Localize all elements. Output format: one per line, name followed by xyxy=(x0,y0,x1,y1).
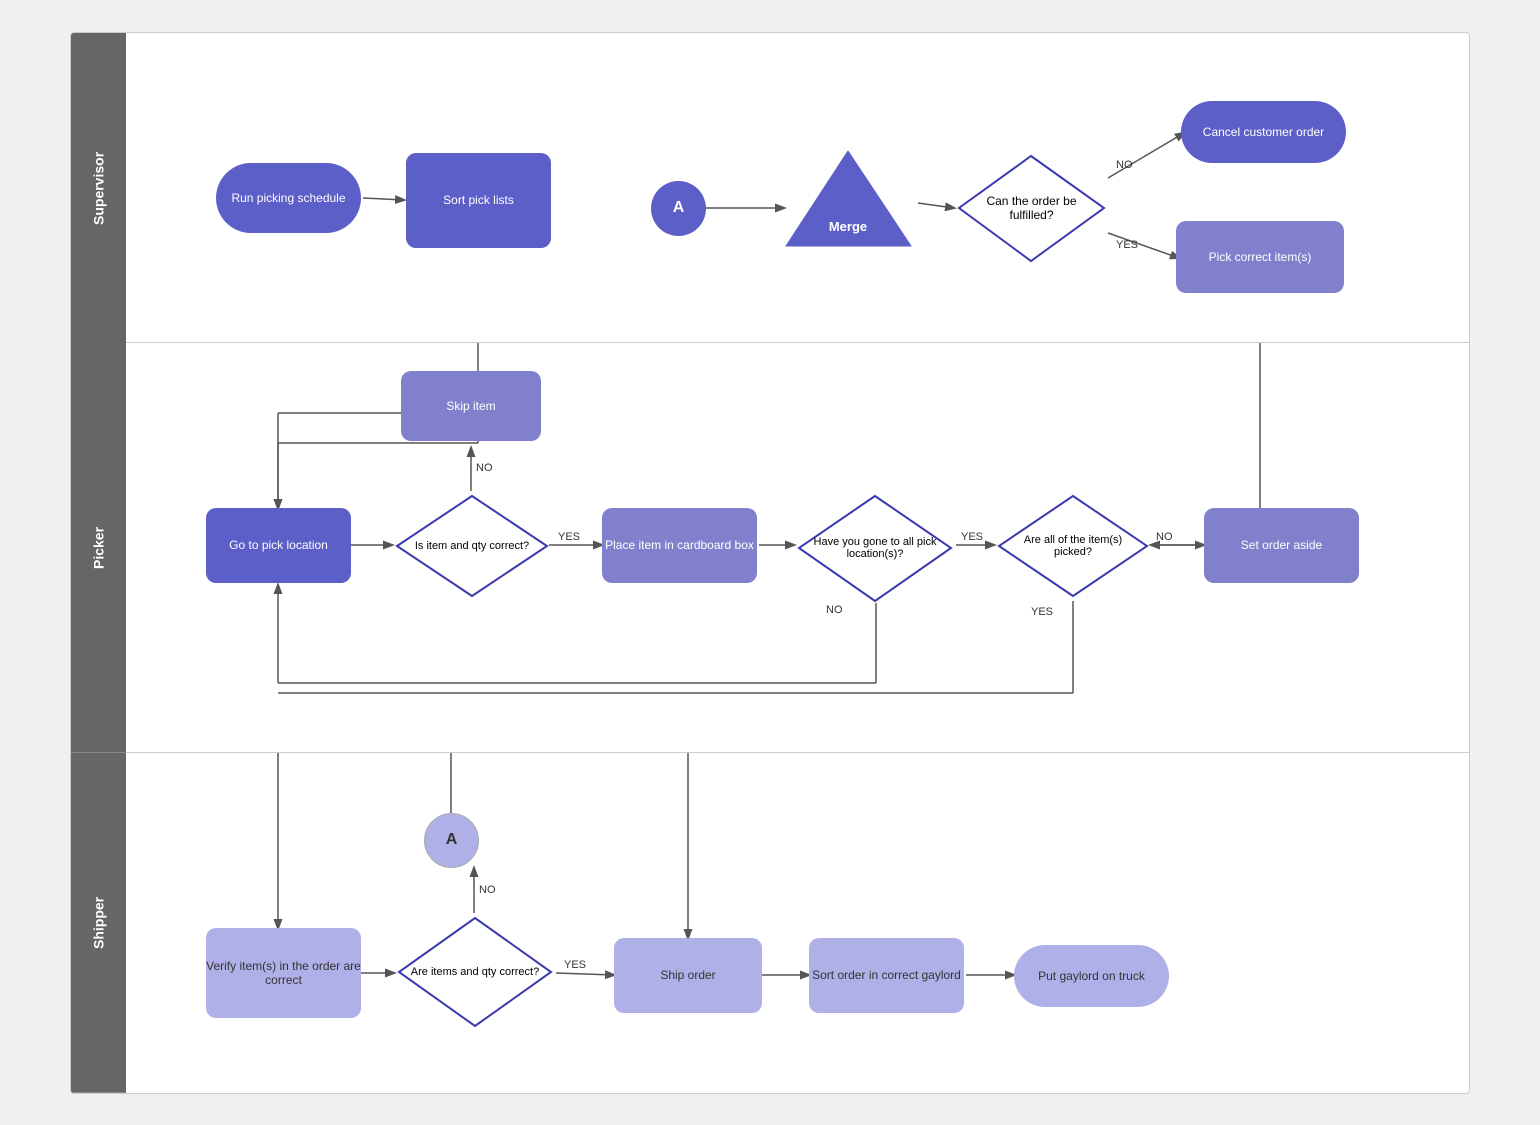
is-item-qty-correct-node: Is item and qty correct? xyxy=(392,491,552,601)
svg-text:YES: YES xyxy=(564,959,586,971)
svg-text:YES: YES xyxy=(961,531,983,543)
swim-lane-labels: Supervisor Picker Shipper xyxy=(71,33,126,1093)
shipper-label: Shipper xyxy=(71,753,126,1093)
sort-gaylord-node: Sort order in correct gaylord xyxy=(809,938,964,1013)
svg-text:NO: NO xyxy=(1156,531,1173,543)
skip-item-node: Skip item xyxy=(401,371,541,441)
put-gaylord-truck-node: Put gaylord on truck xyxy=(1014,945,1169,1007)
ship-order-node: Ship order xyxy=(614,938,762,1013)
cancel-order-node: Cancel customer order xyxy=(1181,101,1346,163)
circle-a-shipper-node: A xyxy=(424,813,479,868)
shipper-arrows: NO YES xyxy=(126,753,1469,1093)
svg-text:NO: NO xyxy=(476,462,493,474)
set-order-aside-node: Set order aside xyxy=(1204,508,1359,583)
are-items-qty-correct-node: Are items and qty correct? xyxy=(394,913,556,1031)
go-pick-location-node: Go to pick location xyxy=(206,508,351,583)
supervisor-lane: NO YES Run picking schedule Sort pick li… xyxy=(126,33,1469,343)
merge-node: Merge xyxy=(781,141,916,256)
svg-text:YES: YES xyxy=(1031,606,1053,618)
gone-all-pick-locations-node: Have you gone to all pick location(s)? xyxy=(794,491,956,606)
pick-correct-items-node: Pick correct item(s) xyxy=(1176,221,1344,293)
svg-text:NO: NO xyxy=(1116,159,1133,171)
all-items-picked-node: Are all of the item(s) picked? xyxy=(994,491,1152,601)
svg-text:Merge: Merge xyxy=(829,219,867,234)
diagram-container: Supervisor Picker Shipper NO YES xyxy=(70,32,1470,1094)
svg-text:NO: NO xyxy=(479,884,496,896)
place-item-node: Place item in cardboard box xyxy=(602,508,757,583)
picker-lane: NO YES NO YES NO xyxy=(126,343,1469,753)
verify-items-node: Verify item(s) in the order are correct xyxy=(206,928,361,1018)
circle-a-supervisor-node: A xyxy=(651,181,706,236)
lanes-content: NO YES Run picking schedule Sort pick li… xyxy=(126,33,1469,1093)
merge-triangle-svg: Merge xyxy=(781,141,916,256)
shipper-lane: NO YES Verify item(s) in the order are c… xyxy=(126,753,1469,1093)
svg-text:YES: YES xyxy=(558,531,580,543)
can-order-fulfilled-node: Can the order be fulfilled? xyxy=(954,151,1109,266)
sort-pick-lists-node: Sort pick lists xyxy=(406,153,551,248)
supervisor-label: Supervisor xyxy=(71,33,126,343)
run-picking-node: Run picking schedule xyxy=(216,163,361,233)
picker-label: Picker xyxy=(71,343,126,753)
svg-text:YES: YES xyxy=(1116,239,1138,251)
